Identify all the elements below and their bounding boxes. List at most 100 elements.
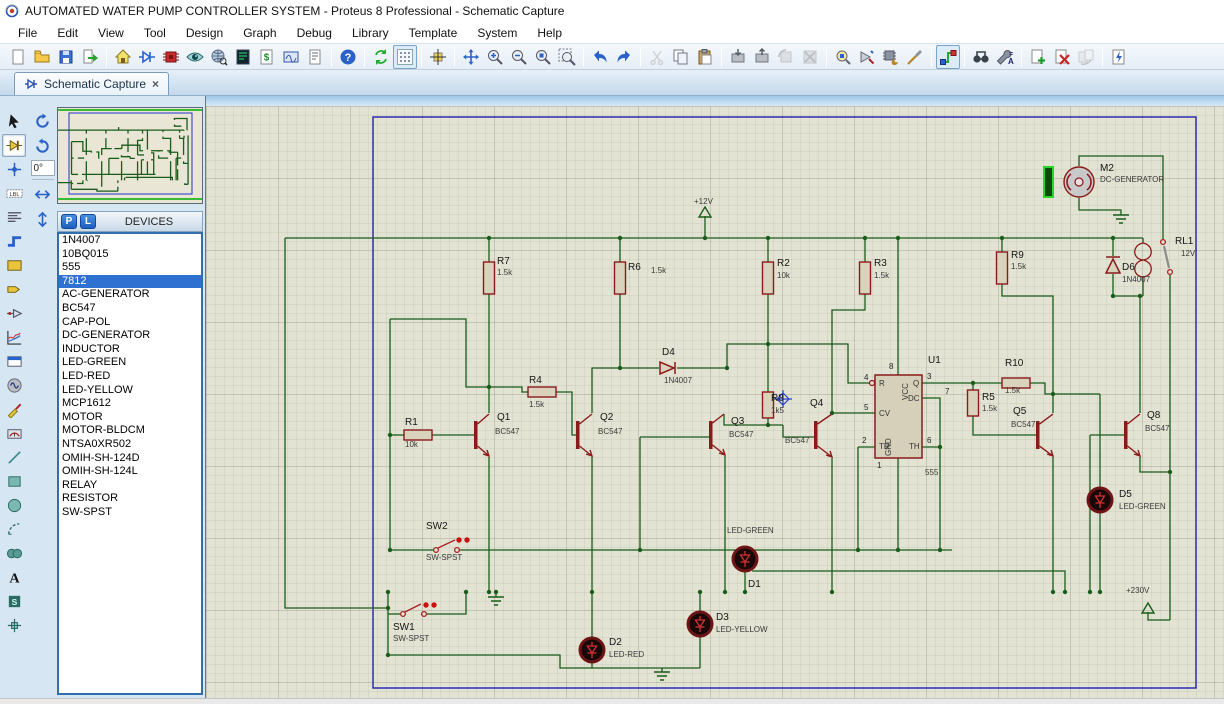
redraw-display-button[interactable]: [369, 45, 393, 69]
zoom-area-button[interactable]: [555, 45, 579, 69]
mirror-vertical-button[interactable]: [32, 208, 54, 230]
subcircuit-mode-button[interactable]: [2, 254, 26, 277]
device-item-ac-generator[interactable]: AC-GENERATOR: [59, 288, 201, 302]
menu-library[interactable]: Library: [342, 24, 399, 42]
make-device-button[interactable]: [855, 45, 879, 69]
schematic-capture-button[interactable]: [135, 45, 159, 69]
tab-close-icon[interactable]: ×: [152, 77, 159, 91]
menu-design[interactable]: Design: [176, 24, 233, 42]
redo-button[interactable]: [612, 45, 636, 69]
block-move-button[interactable]: [750, 45, 774, 69]
pan-view-button[interactable]: [459, 45, 483, 69]
origin-button[interactable]: [426, 45, 450, 69]
zoom-in-button[interactable]: [483, 45, 507, 69]
device-item-omih-sh-124d[interactable]: OMIH-SH-124D: [59, 452, 201, 466]
paste-button[interactable]: [693, 45, 717, 69]
undo-button[interactable]: [588, 45, 612, 69]
copy-button[interactable]: [669, 45, 693, 69]
menu-file[interactable]: File: [8, 24, 47, 42]
rotate-clockwise-button[interactable]: [32, 110, 54, 132]
device-item-motor-bldcm[interactable]: MOTOR-BLDCM: [59, 424, 201, 438]
project-notes-button[interactable]: [303, 45, 327, 69]
device-item-ntsa0xr502[interactable]: NTSA0XR502: [59, 438, 201, 452]
overview-minimap[interactable]: [57, 107, 203, 204]
graph-analyser-button[interactable]: [279, 45, 303, 69]
menu-template[interactable]: Template: [399, 24, 468, 42]
home-button[interactable]: [111, 45, 135, 69]
terminals-mode-button[interactable]: [2, 278, 26, 301]
2d-markers-button[interactable]: [2, 614, 26, 637]
library-button[interactable]: L: [80, 214, 96, 229]
new-file-button[interactable]: [6, 45, 30, 69]
device-item-555[interactable]: 555: [59, 261, 201, 275]
property-assignment-button[interactable]: =A: [993, 45, 1017, 69]
rotation-angle-field[interactable]: [31, 160, 55, 176]
design-explorer-button[interactable]: [231, 45, 255, 69]
devices-list[interactable]: 1N400710BQ0155557812AC-GENERATORBC547CAP…: [57, 232, 203, 695]
tab-schematic-capture[interactable]: Schematic Capture ×: [14, 72, 169, 95]
rotate-anticlockwise-button[interactable]: [32, 135, 54, 157]
device-item-motor[interactable]: MOTOR: [59, 411, 201, 425]
menu-edit[interactable]: Edit: [47, 24, 88, 42]
2d-text-button[interactable]: A: [2, 566, 26, 589]
decompose-button[interactable]: [903, 45, 927, 69]
save-button[interactable]: [54, 45, 78, 69]
remove-sheet-button[interactable]: [1050, 45, 1074, 69]
tape-recorder-button[interactable]: [2, 350, 26, 373]
device-item-1n4007[interactable]: 1N4007: [59, 234, 201, 248]
device-item-bc547[interactable]: BC547: [59, 302, 201, 316]
device-item-mcp1612[interactable]: MCP1612: [59, 397, 201, 411]
menu-graph[interactable]: Graph: [233, 24, 286, 42]
2d-box-button[interactable]: [2, 470, 26, 493]
2d-symbol-button[interactable]: S: [2, 590, 26, 613]
wire-autoroute-button[interactable]: [936, 45, 960, 69]
bill-of-materials-button[interactable]: $: [255, 45, 279, 69]
device-item-7812[interactable]: 7812: [59, 275, 201, 289]
packaging-tool-button[interactable]: [879, 45, 903, 69]
text-script-button[interactable]: [2, 206, 26, 229]
wire-label-button[interactable]: LBL: [2, 182, 26, 205]
generator-mode-button[interactable]: [2, 374, 26, 397]
pcb-layout-button[interactable]: [159, 45, 183, 69]
junction-dot-button[interactable]: [2, 158, 26, 181]
gerber-viewer-button[interactable]: [207, 45, 231, 69]
2d-closed-path-button[interactable]: [2, 542, 26, 565]
block-copy-button[interactable]: [726, 45, 750, 69]
device-item-10bq015[interactable]: 10BQ015: [59, 248, 201, 262]
schematic-canvas[interactable]: [205, 106, 1224, 698]
device-item-led-green[interactable]: LED-GREEN: [59, 356, 201, 370]
menu-system[interactable]: System: [467, 24, 527, 42]
device-pins-mode-button[interactable]: [2, 302, 26, 325]
electrical-rule-check-button[interactable]: [1107, 45, 1131, 69]
new-sheet-button[interactable]: [1026, 45, 1050, 69]
device-item-dc-generator[interactable]: DC-GENERATOR: [59, 329, 201, 343]
voltage-probe-button[interactable]: [2, 398, 26, 421]
2d-circle-button[interactable]: [2, 494, 26, 517]
device-item-led-yellow[interactable]: LED-YELLOW: [59, 384, 201, 398]
pick-devices-button[interactable]: P: [61, 214, 77, 229]
3d-viewer-button[interactable]: [183, 45, 207, 69]
device-item-cap-pol[interactable]: CAP-POL: [59, 316, 201, 330]
menu-help[interactable]: Help: [527, 24, 572, 42]
toggle-grid-button[interactable]: [393, 45, 417, 69]
device-item-omih-sh-124l[interactable]: OMIH-SH-124L: [59, 465, 201, 479]
device-item-inductor[interactable]: INDUCTOR: [59, 343, 201, 357]
selection-tool-button[interactable]: [2, 110, 26, 133]
device-item-resistor[interactable]: RESISTOR: [59, 492, 201, 506]
buses-mode-button[interactable]: [2, 230, 26, 253]
search-tag-button[interactable]: [969, 45, 993, 69]
device-item-sw-spst[interactable]: SW-SPST: [59, 506, 201, 520]
menu-tool[interactable]: Tool: [134, 24, 176, 42]
pick-device-button[interactable]: [831, 45, 855, 69]
device-item-led-red[interactable]: LED-RED: [59, 370, 201, 384]
open-folder-button[interactable]: [30, 45, 54, 69]
current-probe-button[interactable]: [2, 422, 26, 445]
zoom-out-button[interactable]: [507, 45, 531, 69]
mirror-horizontal-button[interactable]: [32, 183, 54, 205]
2d-line-button[interactable]: [2, 446, 26, 469]
menu-view[interactable]: View: [88, 24, 134, 42]
graph-mode-button[interactable]: [2, 326, 26, 349]
help-button[interactable]: ?: [336, 45, 360, 69]
2d-arc-button[interactable]: [2, 518, 26, 541]
import-project-button[interactable]: [78, 45, 102, 69]
